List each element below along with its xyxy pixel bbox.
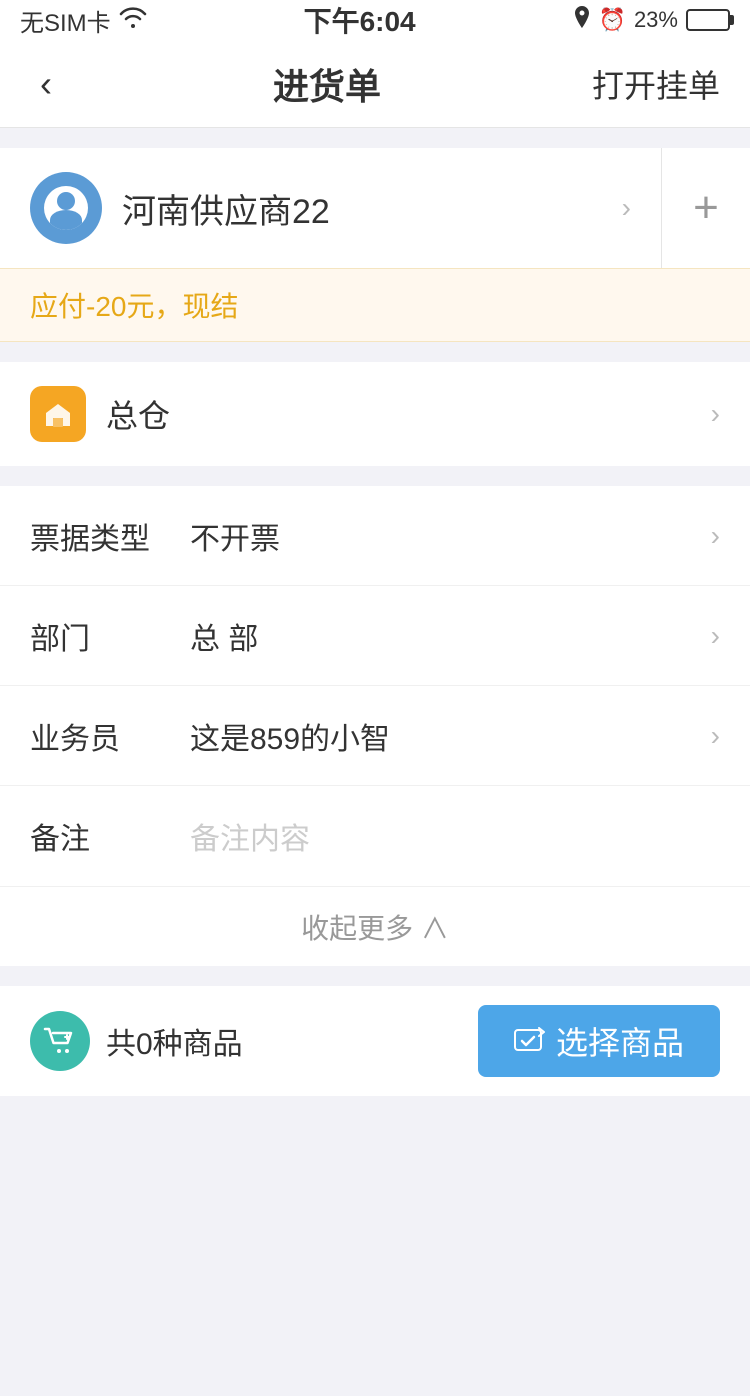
warehouse-name: 总仓 xyxy=(106,391,711,437)
bottom-bar: 共0种商品 选择商品 xyxy=(0,986,750,1096)
select-product-icon xyxy=(514,1027,546,1055)
page-title: 进货单 xyxy=(273,58,381,110)
carrier-text: 无SIM卡 xyxy=(20,3,111,38)
warehouse-icon xyxy=(30,386,86,442)
select-product-button[interactable]: 选择商品 xyxy=(478,1005,720,1077)
status-right: ⏰ 23% xyxy=(573,6,730,34)
status-left: 无SIM卡 xyxy=(20,3,147,38)
sales-label: 业务员 xyxy=(30,714,170,758)
form-section: 票据类型 不开票 › 部门 总 部 › 业务员 这是859的小智 › 备注 备注… xyxy=(0,486,750,886)
dept-value: 总 部 xyxy=(170,614,711,658)
supplier-section: 河南供应商22 › + xyxy=(0,148,750,268)
battery-icon xyxy=(686,9,730,31)
product-count-area: 共0种商品 xyxy=(30,1011,243,1071)
warehouse-row[interactable]: 总仓 › xyxy=(0,362,750,466)
cart-icon xyxy=(30,1011,90,1071)
salesperson-row[interactable]: 业务员 这是859的小智 › xyxy=(0,686,750,786)
invoice-value: 不开票 xyxy=(170,514,711,558)
back-button[interactable]: ‹ xyxy=(30,53,62,115)
supplier-select-row[interactable]: 河南供应商22 › xyxy=(0,148,662,268)
add-supplier-button[interactable]: + xyxy=(662,148,750,268)
location-icon xyxy=(573,6,591,34)
wifi-icon xyxy=(119,6,147,35)
select-product-label: 选择商品 xyxy=(556,1018,684,1064)
invoice-type-row[interactable]: 票据类型 不开票 › xyxy=(0,486,750,586)
invoice-label: 票据类型 xyxy=(30,514,170,558)
battery-percentage: 23% xyxy=(634,7,678,33)
sales-value: 这是859的小智 xyxy=(170,714,711,758)
remark-row[interactable]: 备注 备注内容 xyxy=(0,786,750,886)
section-gap-1 xyxy=(0,128,750,148)
supplier-name: 河南供应商22 xyxy=(122,184,622,233)
department-row[interactable]: 部门 总 部 › xyxy=(0,586,750,686)
dept-label: 部门 xyxy=(30,614,170,658)
supplier-alert: 应付-20元，现结 xyxy=(0,268,750,342)
supplier-avatar xyxy=(30,172,102,244)
dept-chevron-icon: › xyxy=(711,620,720,652)
open-pending-button[interactable]: 打开挂单 xyxy=(592,61,720,107)
warehouse-chevron-icon: › xyxy=(711,398,720,430)
invoice-chevron-icon: › xyxy=(711,520,720,552)
product-count-text: 共0种商品 xyxy=(106,1019,243,1063)
page-background xyxy=(0,1096,750,1396)
alarm-icon: ⏰ xyxy=(599,7,626,33)
status-time: 下午6:04 xyxy=(304,0,416,40)
supplier-chevron-icon: › xyxy=(622,192,631,224)
sales-chevron-icon: › xyxy=(711,720,720,752)
status-bar: 无SIM卡 下午6:04 ⏰ 23% xyxy=(0,0,750,40)
collapse-button[interactable]: 收起更多 ∧ xyxy=(0,886,750,966)
remark-input[interactable]: 备注内容 xyxy=(170,814,720,858)
nav-bar: ‹ 进货单 打开挂单 xyxy=(0,40,750,128)
remark-label: 备注 xyxy=(30,814,170,858)
